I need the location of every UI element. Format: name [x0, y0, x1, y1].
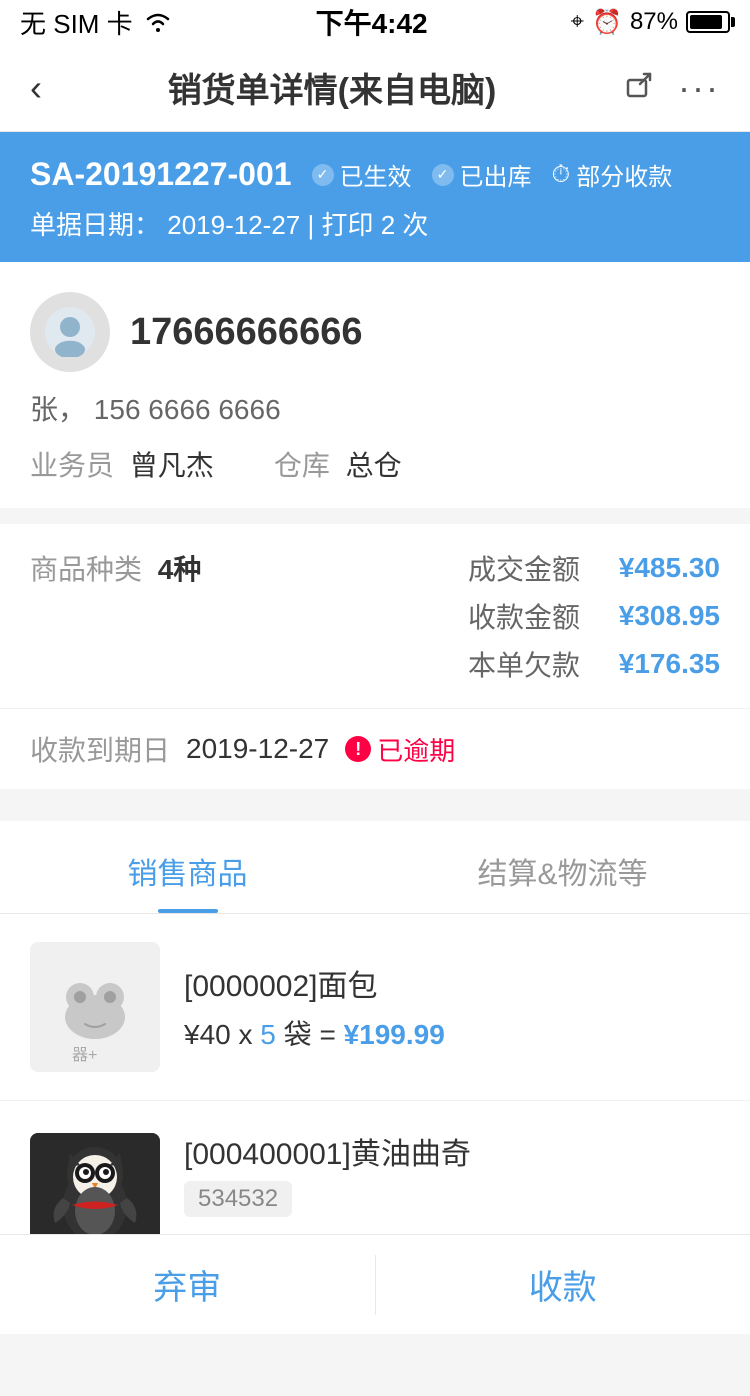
- battery-percent: 87%: [630, 8, 678, 36]
- status-badge-3: ⏱ 部分收款: [552, 157, 673, 192]
- location-icon: ⌖: [571, 8, 585, 36]
- product-price-row-1: ¥40 x 5 袋 = ¥199.99: [184, 1013, 720, 1053]
- thick-divider-1: [0, 508, 750, 524]
- customer-account-id: 17666666666: [130, 311, 362, 354]
- stats-right: 成交金额 ¥485.30 收款金额 ¥308.95 本单欠款 ¥176.35: [468, 548, 720, 684]
- cancel-button[interactable]: 弃审: [0, 1235, 375, 1334]
- more-icon[interactable]: ···: [678, 67, 720, 109]
- order-id: SA-20191227-001: [30, 156, 292, 193]
- product-name-2: [000400001]黄油曲奇: [184, 1129, 720, 1173]
- debt-amount: 本单欠款 ¥176.35: [468, 644, 720, 684]
- customer-section: 17666666666 张， 156 6666 6666 业务员 曾凡杰 仓库 …: [0, 262, 750, 508]
- tab-settlement-logistics[interactable]: 结算&物流等: [375, 821, 750, 913]
- alarm-icon: ⏰: [592, 8, 622, 37]
- order-id-row: SA-20191227-001 ✓ 已生效 ✓ 已出库 ⏱ 部分收款: [30, 156, 720, 193]
- status-bar: 无 SIM 卡 下午4:42 ⌖ ⏰ 87%: [0, 0, 750, 44]
- confirm-button[interactable]: 收款: [376, 1235, 750, 1334]
- received-amount: 收款金额 ¥308.95: [468, 596, 720, 636]
- check-icon-1: ✓: [312, 164, 334, 186]
- transaction-amount: 成交金额 ¥485.30: [468, 548, 720, 588]
- order-date-row: 单据日期： 2019-12-27 | 打印 2 次: [30, 205, 720, 242]
- overdue-icon: !: [345, 736, 371, 762]
- status-right-icons: ⌖ ⏰ 87%: [571, 8, 730, 37]
- salesperson-item: 业务员 曾凡杰: [30, 444, 214, 484]
- product-image-1: 器+: [30, 942, 160, 1072]
- list-item: 器+ [0000002]面包 ¥40 x 5 袋 = ¥199.99: [0, 914, 750, 1101]
- nav-bar: ‹ 销货单详情(来自电脑) ···: [0, 44, 750, 132]
- stats-left: 商品种类 4种: [30, 548, 201, 588]
- due-date-section: 收款到期日 2019-12-27 ! 已逾期: [0, 708, 750, 789]
- product-name-1: [0000002]面包: [184, 961, 720, 1005]
- svg-text:器+: 器+: [72, 1046, 97, 1064]
- bottom-bar: 弃审 收款: [0, 1234, 750, 1334]
- tabs-row: 销售商品 结算&物流等: [0, 821, 750, 913]
- clock-icon: ⏱: [552, 161, 571, 189]
- wifi-icon: [143, 11, 173, 33]
- overdue-badge: ! 已逾期: [345, 731, 455, 768]
- status-badge-1: ✓ 已生效: [312, 157, 412, 192]
- customer-top: 17666666666: [30, 292, 720, 372]
- status-badge-2: ✓ 已出库: [432, 157, 532, 192]
- customer-sub: 张， 156 6666 6666: [30, 388, 720, 428]
- warehouse-item: 仓库 总仓: [274, 444, 402, 484]
- status-carrier: 无 SIM 卡: [20, 4, 173, 41]
- share-icon[interactable]: [622, 66, 658, 110]
- product-sku-2: 534532: [184, 1181, 292, 1217]
- customer-meta: 业务员 曾凡杰 仓库 总仓: [30, 444, 720, 484]
- order-header: SA-20191227-001 ✓ 已生效 ✓ 已出库 ⏱ 部分收款 单据日期：…: [0, 132, 750, 262]
- avatar: [30, 292, 110, 372]
- back-button[interactable]: ‹: [30, 67, 42, 109]
- check-icon-2: ✓: [432, 164, 454, 186]
- tab-sales-products[interactable]: 销售商品: [0, 821, 375, 913]
- battery-icon: [686, 11, 730, 33]
- page-title: 销货单详情(来自电脑): [168, 63, 497, 112]
- tabs-section: 销售商品 结算&物流等: [0, 821, 750, 914]
- product-info-1: [0000002]面包 ¥40 x 5 袋 = ¥199.99: [184, 961, 720, 1053]
- stats-section: 商品种类 4种 成交金额 ¥485.30 收款金额 ¥308.95 本单欠款 ¥…: [0, 524, 750, 708]
- thick-divider-2: [0, 789, 750, 805]
- status-time: 下午4:42: [316, 2, 428, 42]
- nav-right-actions: ···: [622, 66, 720, 110]
